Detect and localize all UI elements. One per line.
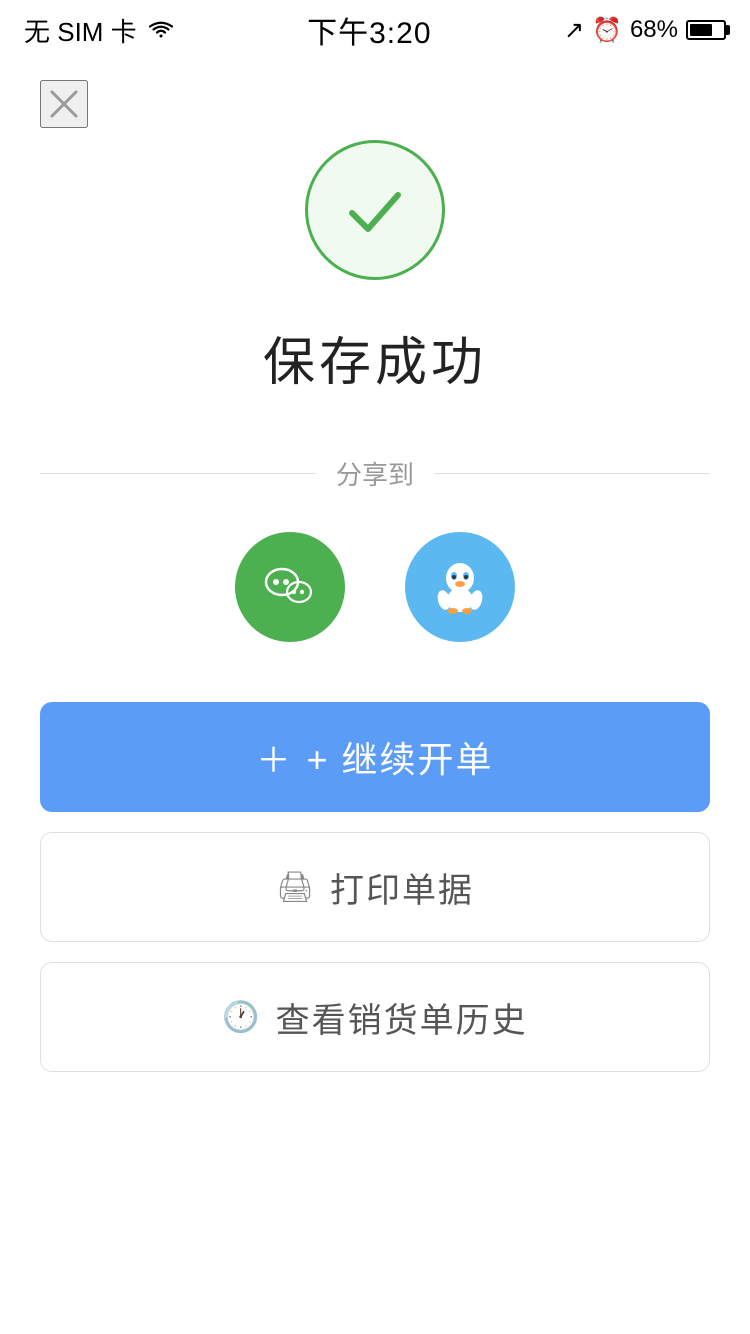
clock-icon: 🕐	[222, 1000, 261, 1035]
status-time: 下午3:20	[307, 8, 431, 52]
continue-order-button[interactable]: ＋ + 继续开单	[40, 702, 710, 812]
checkmark-icon	[340, 175, 410, 245]
success-title: 保存成功	[263, 320, 487, 395]
battery-percent: 68%	[630, 16, 678, 44]
history-label: 查看销货单历史	[276, 993, 528, 1042]
qq-share-button[interactable]	[405, 532, 515, 642]
close-button[interactable]	[40, 80, 88, 128]
status-left: 无 SIM 卡	[24, 12, 175, 49]
status-right: ↗ ⏰ 68%	[564, 16, 726, 45]
continue-order-label: + 继续开单	[306, 731, 493, 783]
location-icon: ↗	[564, 16, 584, 45]
share-label: 分享到	[316, 455, 434, 492]
qq-icon	[429, 556, 491, 618]
action-buttons: ＋ + 继续开单 🖨 打印单据 🕐 查看销货单历史	[40, 702, 710, 1072]
printer-icon: 🖨	[276, 870, 316, 905]
wechat-icon	[259, 556, 321, 618]
plus-icon: ＋	[256, 733, 292, 782]
divider-left	[40, 473, 316, 474]
battery-icon	[686, 20, 726, 40]
main-content: 保存成功 分享到	[0, 60, 750, 1072]
print-label: 打印单据	[330, 863, 474, 912]
carrier-label: 无 SIM 卡	[24, 12, 137, 49]
wechat-share-button[interactable]	[235, 532, 345, 642]
share-section: 分享到	[40, 455, 710, 642]
share-icons	[40, 532, 710, 642]
status-bar: 无 SIM 卡 下午3:20 ↗ ⏰ 68%	[0, 0, 750, 60]
divider-right	[434, 473, 710, 474]
wifi-icon	[147, 20, 175, 40]
close-icon	[46, 86, 82, 122]
alarm-icon: ⏰	[592, 16, 622, 45]
history-button[interactable]: 🕐 查看销货单历史	[40, 962, 710, 1072]
print-button[interactable]: 🖨 打印单据	[40, 832, 710, 942]
success-circle	[305, 140, 445, 280]
share-divider: 分享到	[40, 455, 710, 492]
success-section: 保存成功 分享到	[40, 60, 710, 1072]
